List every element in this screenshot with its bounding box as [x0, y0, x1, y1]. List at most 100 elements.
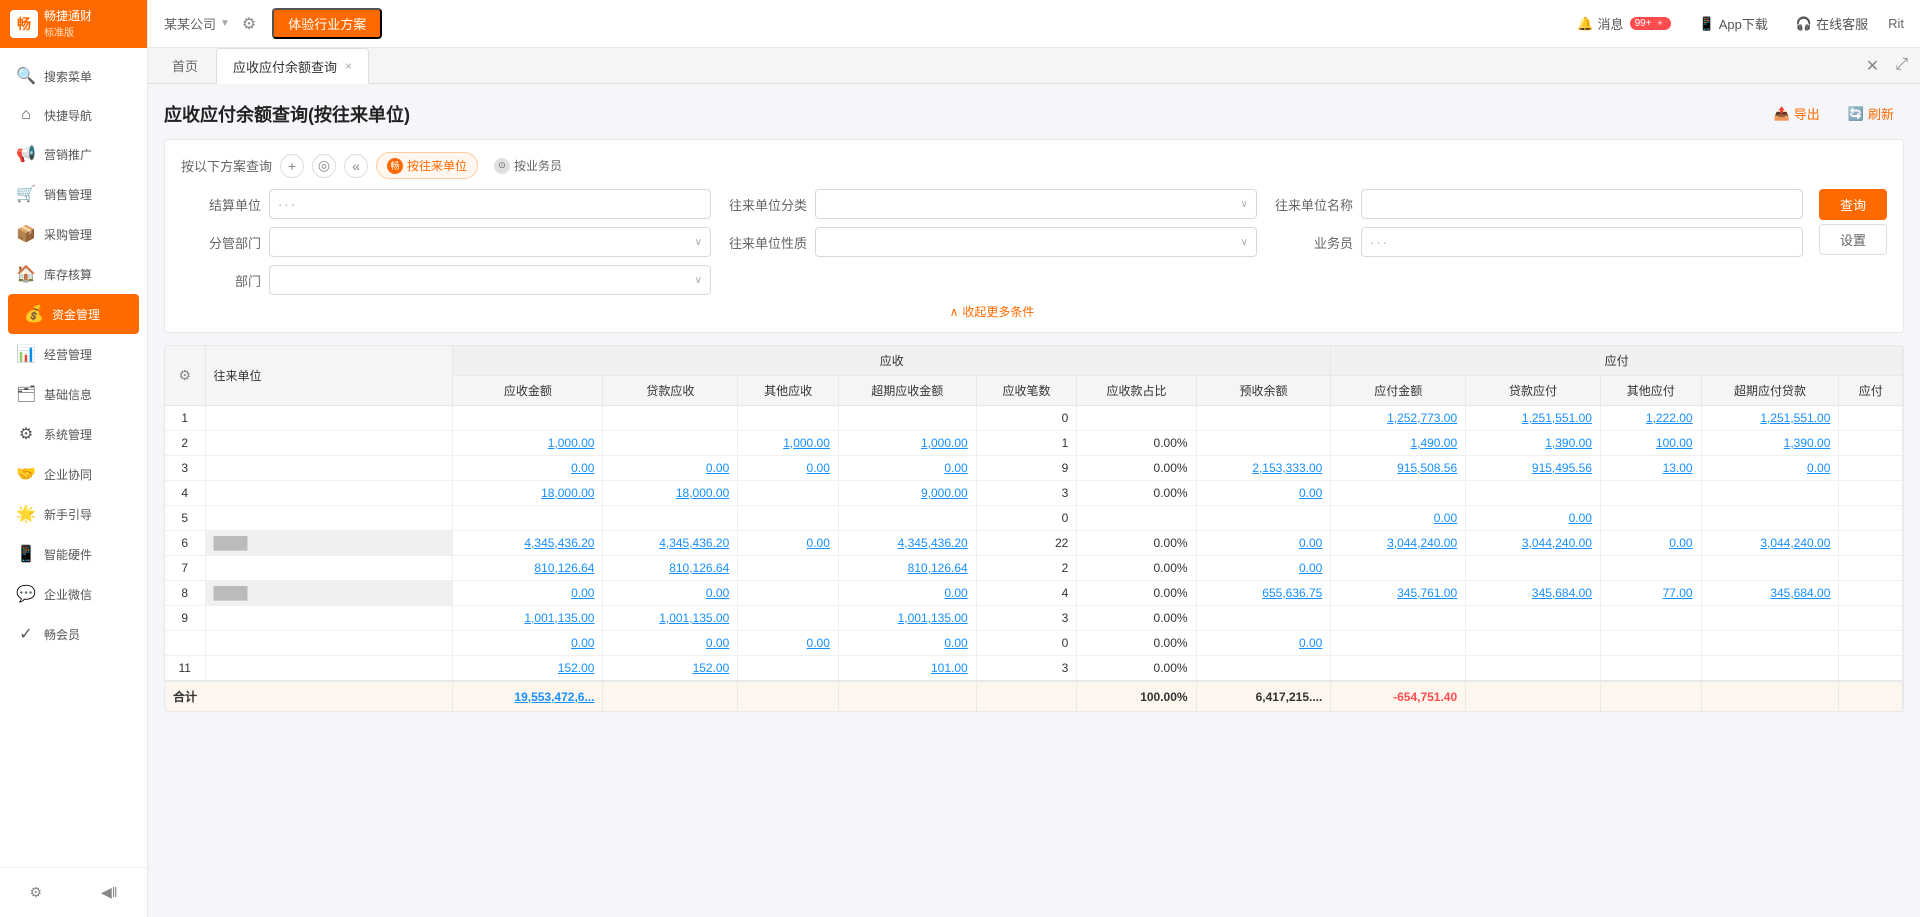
- sidebar-item-marketing[interactable]: 📢 营销推广: [0, 134, 147, 174]
- close-window-button[interactable]: ✕: [1862, 56, 1883, 76]
- table-row: 8████0.000.000.0040.00%655,636.75345,761…: [165, 581, 1903, 606]
- cell-prepaid: 2,153,333.00: [1196, 456, 1331, 481]
- messages-button[interactable]: 🔔 消息 99+ +: [1577, 14, 1670, 33]
- star-icon: 🌟: [16, 504, 36, 524]
- category-arrow-icon: ∨: [1241, 199, 1248, 210]
- tab-home[interactable]: 首页: [156, 48, 214, 84]
- collapse-button[interactable]: ∧ 收起更多条件: [181, 303, 1803, 320]
- sidebar-item-system[interactable]: ⚙ 系统管理: [0, 414, 147, 454]
- cell-rec_amt: 0.00: [453, 631, 603, 656]
- salesperson-input[interactable]: ···: [1361, 227, 1803, 257]
- cell-rec_ratio: 0.00%: [1077, 556, 1196, 581]
- tab-receivable-query[interactable]: 应收应付余额查询 ×: [216, 48, 369, 84]
- sidebar-item-purchase[interactable]: 📦 采购管理: [0, 214, 147, 254]
- table-settings-icon[interactable]: ⚙: [178, 367, 191, 383]
- sidebar-item-collab[interactable]: 🤝 企业协同: [0, 454, 147, 494]
- cell-partner: [205, 506, 453, 531]
- cell-payable2: [1839, 631, 1903, 656]
- export-button[interactable]: 📤 导出: [1764, 100, 1830, 127]
- nature-arrow-icon: ∨: [1241, 237, 1248, 248]
- sidebar-item-wechat[interactable]: 💬 企业微信: [0, 574, 147, 614]
- name-input[interactable]: [1361, 189, 1803, 219]
- cell-overdue_rec: 1,001,135.00: [838, 606, 976, 631]
- settings-button[interactable]: 设置: [1819, 224, 1887, 255]
- dept-admin-input[interactable]: ∨: [269, 227, 711, 257]
- sidebar-item-search[interactable]: 🔍 搜索菜单: [0, 56, 147, 96]
- cell-other_rec: [738, 606, 839, 631]
- cell-loan_pay: [1466, 556, 1601, 581]
- cell-rec_count: 0: [976, 631, 1077, 656]
- cell-prepaid: [1196, 506, 1331, 531]
- cell-other_rec: [738, 406, 839, 431]
- promo-button[interactable]: 体验行业方案: [272, 8, 382, 39]
- sidebar-item-guide[interactable]: 🌟 新手引导: [0, 494, 147, 534]
- sidebar-collapse-button[interactable]: ◀‖: [93, 880, 126, 905]
- filter-add-button[interactable]: +: [280, 154, 304, 178]
- cell-idx: 2: [165, 431, 205, 456]
- tab-close-icon[interactable]: ×: [345, 59, 352, 73]
- footer-label: 合计: [165, 681, 453, 711]
- query-button[interactable]: 查询: [1819, 189, 1887, 220]
- topbar-gear-icon[interactable]: ⚙: [242, 14, 256, 34]
- footer-other-pay: [1600, 681, 1701, 711]
- cell-loan_pay: [1466, 481, 1601, 506]
- dept-input[interactable]: ∨: [269, 265, 711, 295]
- cell-rec_ratio: 0.00%: [1077, 481, 1196, 506]
- filter-arrow-button[interactable]: «: [344, 154, 368, 178]
- cell-rec_count: 3: [976, 606, 1077, 631]
- cell-partner: [205, 431, 453, 456]
- sidebar-item-inventory[interactable]: 🏠 库存核算: [0, 254, 147, 294]
- filter-fields: 结算单位 ··· 往来单位分类 ∨: [181, 189, 1803, 320]
- sidebar-item-member[interactable]: ✓ 畅会员: [0, 614, 147, 654]
- user-info[interactable]: Rit: [1888, 16, 1904, 31]
- cell-rec_amt: 4,345,436.20: [453, 531, 603, 556]
- cell-prepaid: [1196, 606, 1331, 631]
- cell-prepaid: 0.00: [1196, 481, 1331, 506]
- company-selector[interactable]: 某某公司 ▼: [164, 14, 230, 33]
- collab-icon: 🤝: [16, 464, 36, 484]
- cell-pay_amt: 345,761.00: [1331, 581, 1466, 606]
- sidebar: 畅 畅捷通财 标准版 🔍 搜索菜单 ⌂ 快捷导航 📢 营销推广 🛒 销售管理 📦…: [0, 0, 148, 917]
- scheme-salesperson[interactable]: ⊙ 按业务员: [484, 152, 572, 179]
- cell-loan_rec: [603, 406, 738, 431]
- cell-loan_pay: [1466, 631, 1601, 656]
- th-loan-payable: 贷款应付: [1466, 376, 1601, 406]
- refresh-button[interactable]: 🔄 刷新: [1838, 100, 1904, 127]
- cell-loan_pay: [1466, 656, 1601, 682]
- sidebar-item-basic[interactable]: 🗂 基础信息: [0, 374, 147, 414]
- dept-admin-label: 分管部门: [181, 233, 261, 252]
- scheme-partner[interactable]: 畅 按往来单位: [376, 152, 478, 179]
- cell-overdue_rec: 101.00: [838, 656, 976, 682]
- filter-field-name: 往来单位名称: [1273, 189, 1803, 219]
- category-input[interactable]: ∨: [815, 189, 1257, 219]
- cell-rec_ratio: 0.00%: [1077, 631, 1196, 656]
- nature-input[interactable]: ∨: [815, 227, 1257, 257]
- cell-rec_ratio: 0.00%: [1077, 531, 1196, 556]
- th-other-payable: 其他应付: [1600, 376, 1701, 406]
- filter-field-salesperson: 业务员 ···: [1273, 227, 1803, 257]
- cell-pay_amt: 1,252,773.00: [1331, 406, 1466, 431]
- online-service-button[interactable]: 🎧 在线客服: [1796, 14, 1868, 33]
- cell-rec_count: 9: [976, 456, 1077, 481]
- sidebar-settings-button[interactable]: ⚙: [21, 880, 50, 905]
- cell-rec_count: 3: [976, 481, 1077, 506]
- company-input[interactable]: ···: [269, 189, 711, 219]
- cell-overdue_pay: 1,390.00: [1701, 431, 1839, 456]
- filter-actions: 查询 设置: [1819, 189, 1887, 320]
- sidebar-item-finance[interactable]: 💰 资金管理: [8, 294, 139, 334]
- sidebar-item-hardware[interactable]: 📱 智能硬件: [0, 534, 147, 574]
- filter-target-button[interactable]: ◎: [312, 154, 336, 178]
- cell-loan_rec: 4,345,436.20: [603, 531, 738, 556]
- sidebar-item-operation[interactable]: 📊 经营管理: [0, 334, 147, 374]
- company-name: 某某公司: [164, 14, 216, 33]
- sidebar-item-quick[interactable]: ⌂ 快捷导航: [0, 96, 147, 134]
- table-row: 7810,126.64810,126.64810,126.6420.00%0.0…: [165, 556, 1903, 581]
- cell-overdue_rec: 1,000.00: [838, 431, 976, 456]
- maximize-window-button[interactable]: ⤢: [1891, 56, 1912, 76]
- cell-loan_rec: 0.00: [603, 631, 738, 656]
- cell-overdue_pay: 3,044,240.00: [1701, 531, 1839, 556]
- app-download-button[interactable]: 📱 App下载: [1699, 14, 1768, 33]
- filter-label: 按以下方案查询: [181, 156, 272, 175]
- system-icon: ⚙: [16, 424, 36, 444]
- sidebar-item-sales[interactable]: 🛒 销售管理: [0, 174, 147, 214]
